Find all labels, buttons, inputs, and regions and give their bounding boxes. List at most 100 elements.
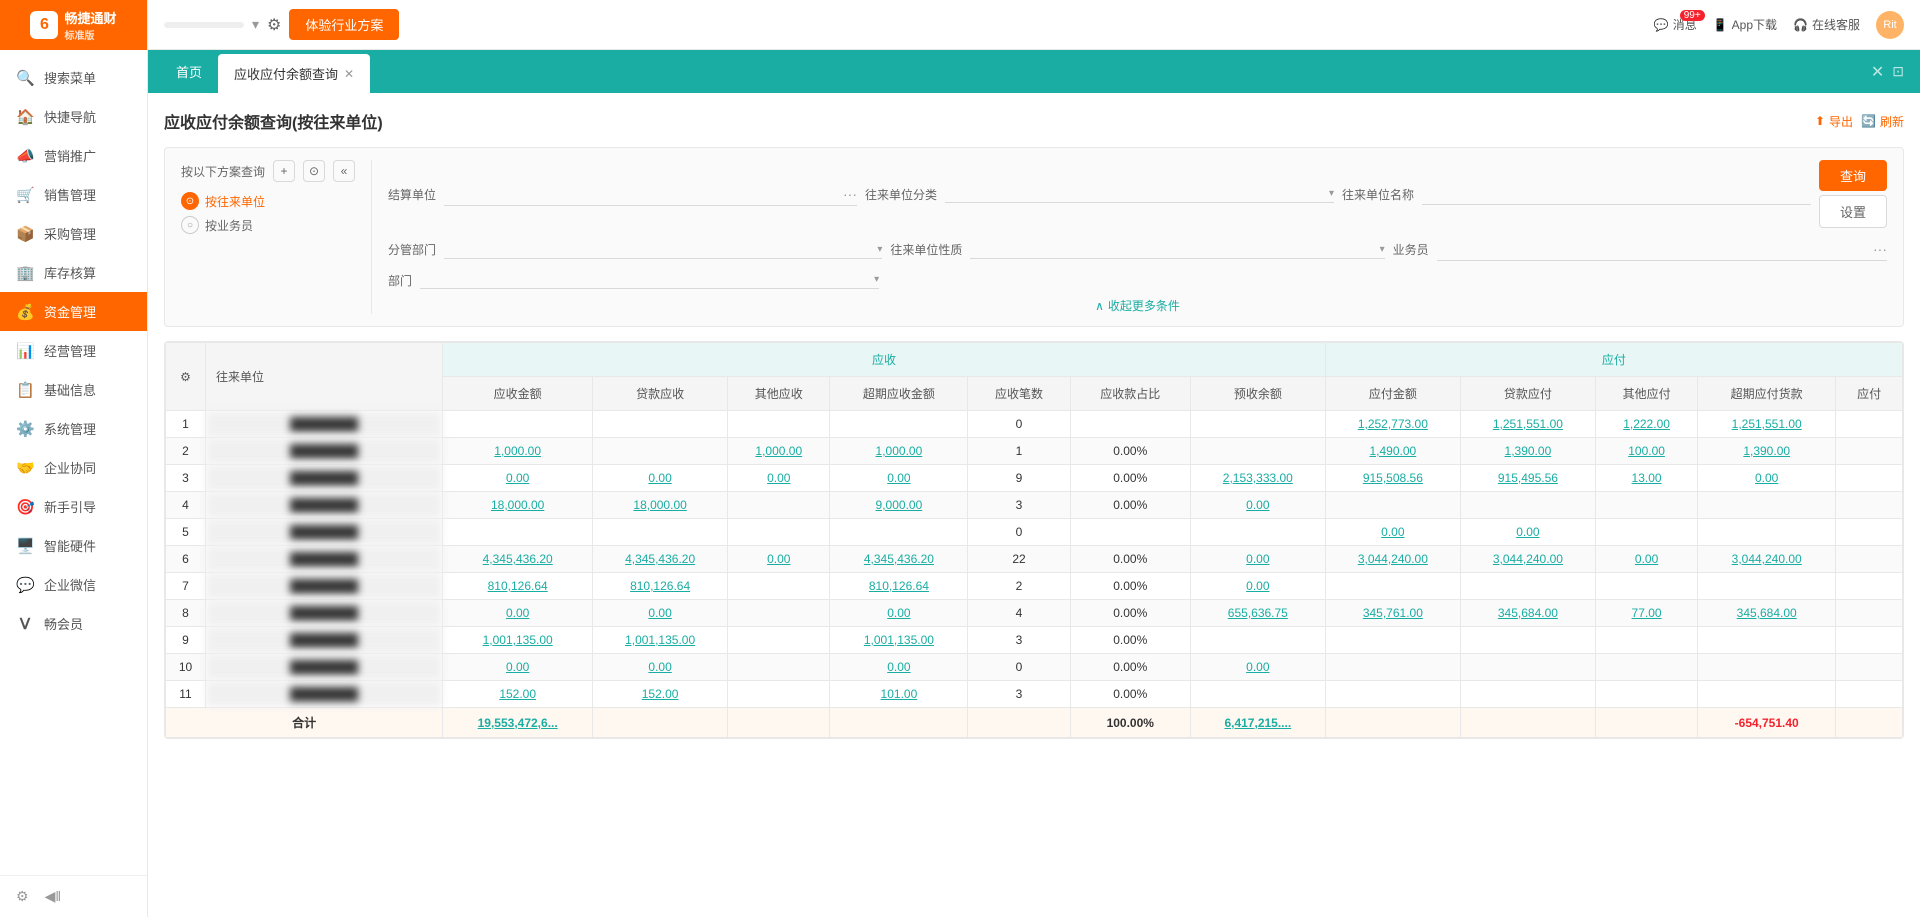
partner-nature-select[interactable]: ▾ (970, 241, 1384, 259)
settlement-input[interactable]: ··· (444, 183, 857, 206)
table-cell[interactable]: 0.00 (728, 546, 830, 573)
tab-close-btn[interactable]: ✕ (344, 67, 354, 81)
edit-scheme-btn[interactable]: ⊙ (303, 160, 325, 182)
solution-btn[interactable]: 体验行业方案 (289, 9, 399, 40)
query-btn[interactable]: 查询 (1819, 160, 1887, 191)
tab-ar-ap[interactable]: 应收应付余额查询 ✕ (218, 54, 370, 93)
export-btn[interactable]: ⬆ 导出 (1815, 113, 1853, 130)
sidebar-item-wechat[interactable]: 💬 企业微信 (0, 565, 147, 604)
sidebar-item-member[interactable]: Ⅴ 畅会员 (0, 604, 147, 643)
table-cell[interactable]: 810,126.64 (593, 573, 728, 600)
table-cell[interactable]: 0.00 (1595, 546, 1697, 573)
sidebar-item-system[interactable]: ⚙️ 系统管理 (0, 409, 147, 448)
sidebar-item-finance[interactable]: 💰 资金管理 (0, 292, 147, 331)
collapse-btn[interactable]: ◀‖ (45, 888, 62, 905)
table-cell[interactable]: 2,153,333.00 (1190, 465, 1325, 492)
table-cell[interactable]: 18,000.00 (443, 492, 593, 519)
topbar-app[interactable]: 📱 App下载 (1713, 16, 1777, 33)
sidebar-item-purchase[interactable]: 📦 采购管理 (0, 214, 147, 253)
dept-select[interactable]: ▾ (420, 271, 879, 289)
th-settings[interactable]: ⚙ (166, 343, 206, 411)
scheme-by-partner[interactable]: ⊙ 按往来单位 (181, 192, 355, 210)
table-cell[interactable]: 1,001,135.00 (830, 627, 968, 654)
table-cell[interactable]: 915,495.56 (1460, 465, 1595, 492)
table-cell[interactable]: 152.00 (593, 681, 728, 708)
table-cell[interactable]: 1,000.00 (728, 438, 830, 465)
refresh-btn[interactable]: 🔄 刷新 (1861, 113, 1904, 130)
table-cell[interactable]: 345,684.00 (1460, 600, 1595, 627)
sidebar-item-search[interactable]: 🔍 搜索菜单 (0, 58, 147, 97)
collapse-btn[interactable]: ∧ 收起更多条件 (1095, 297, 1180, 314)
table-cell[interactable]: 100.00 (1595, 438, 1697, 465)
table-cell[interactable]: 0.00 (1190, 654, 1325, 681)
table-cell[interactable]: 0.00 (1460, 519, 1595, 546)
topbar-gear-icon[interactable]: ⚙ (267, 15, 281, 35)
setting-btn[interactable]: 设置 (1819, 195, 1887, 228)
table-cell[interactable]: 4,345,436.20 (443, 546, 593, 573)
settings-bottom-btn[interactable]: ⚙ (16, 888, 29, 905)
topbar-service[interactable]: 🎧 在线客服 (1793, 16, 1860, 33)
topbar-msg[interactable]: 💬 消息 99+ (1654, 16, 1697, 33)
more-scheme-btn[interactable]: « (333, 160, 355, 182)
tab-close-window-btn[interactable]: ✕ (1871, 62, 1884, 82)
table-cell[interactable]: 3,044,240.00 (1325, 546, 1460, 573)
table-cell[interactable]: 3,044,240.00 (1698, 546, 1836, 573)
table-cell[interactable]: 0.00 (1190, 492, 1325, 519)
sidebar-item-guide[interactable]: 🎯 新手引导 (0, 487, 147, 526)
sidebar-item-hardware[interactable]: 🖥️ 智能硬件 (0, 526, 147, 565)
dept-manage-select[interactable]: ▾ (444, 241, 882, 259)
table-cell[interactable]: 1,001,135.00 (443, 627, 593, 654)
table-cell[interactable]: 4,345,436.20 (830, 546, 968, 573)
table-cell[interactable]: 915,508.56 (1325, 465, 1460, 492)
table-cell[interactable]: 0.00 (1698, 465, 1836, 492)
add-scheme-btn[interactable]: + (273, 160, 295, 182)
table-cell[interactable]: 810,126.64 (830, 573, 968, 600)
sidebar-item-basic[interactable]: 📋 基础信息 (0, 370, 147, 409)
topbar-dropdown-arrow[interactable]: ▾ (252, 16, 259, 33)
table-cell[interactable]: 345,684.00 (1698, 600, 1836, 627)
table-cell[interactable]: 0.00 (443, 465, 593, 492)
table-cell[interactable]: 810,126.64 (443, 573, 593, 600)
table-cell[interactable]: 0.00 (1190, 573, 1325, 600)
table-cell[interactable]: 0.00 (728, 465, 830, 492)
table-cell[interactable]: 4,345,436.20 (593, 546, 728, 573)
table-cell[interactable]: 152.00 (443, 681, 593, 708)
table-cell[interactable]: 1,000.00 (830, 438, 968, 465)
table-cell[interactable]: 77.00 (1595, 600, 1697, 627)
sidebar-item-inventory[interactable]: 🏢 库存核算 (0, 253, 147, 292)
partner-name-input[interactable] (1422, 184, 1811, 205)
topbar-user[interactable]: Rit (1876, 11, 1904, 39)
table-cell[interactable]: 0.00 (443, 654, 593, 681)
sidebar-item-nav[interactable]: 🏠 快捷导航 (0, 97, 147, 136)
table-cell[interactable]: 345,761.00 (1325, 600, 1460, 627)
table-cell[interactable]: 0.00 (830, 600, 968, 627)
table-cell[interactable]: 18,000.00 (593, 492, 728, 519)
table-cell[interactable]: 1,490.00 (1325, 438, 1460, 465)
table-cell[interactable]: 3,044,240.00 (1460, 546, 1595, 573)
table-cell[interactable]: 101.00 (830, 681, 968, 708)
sidebar-item-sales[interactable]: 🛒 销售管理 (0, 175, 147, 214)
table-cell[interactable]: 1,001,135.00 (593, 627, 728, 654)
table-cell[interactable]: 0.00 (593, 654, 728, 681)
table-cell[interactable]: 655,636.75 (1190, 600, 1325, 627)
salesman-input[interactable]: ··· (1437, 238, 1887, 261)
table-cell[interactable]: 0.00 (830, 654, 968, 681)
table-cell[interactable]: 0.00 (1325, 519, 1460, 546)
tab-maximize-btn[interactable]: ⊡ (1892, 63, 1904, 80)
table-cell[interactable]: 0.00 (593, 465, 728, 492)
table-cell[interactable]: 0.00 (830, 465, 968, 492)
table-cell[interactable]: 1,390.00 (1460, 438, 1595, 465)
scheme-by-salesman[interactable]: ○ 按业务员 (181, 216, 355, 234)
table-cell[interactable]: 1,390.00 (1698, 438, 1836, 465)
tab-home[interactable]: 首页 (160, 50, 218, 93)
partner-cat-select[interactable]: ▾ (945, 185, 1334, 203)
sidebar-item-marketing[interactable]: 📣 营销推广 (0, 136, 147, 175)
table-cell[interactable]: 1,252,773.00 (1325, 411, 1460, 438)
total-ar-prepay[interactable]: 6,417,215.... (1190, 708, 1325, 738)
sidebar-item-enterprise[interactable]: 🤝 企业协同 (0, 448, 147, 487)
total-ar-amount[interactable]: 19,553,472,6... (443, 708, 593, 738)
table-cell[interactable]: 13.00 (1595, 465, 1697, 492)
table-cell[interactable]: 1,251,551.00 (1698, 411, 1836, 438)
sidebar-item-operations[interactable]: 📊 经营管理 (0, 331, 147, 370)
table-cell[interactable]: 9,000.00 (830, 492, 968, 519)
